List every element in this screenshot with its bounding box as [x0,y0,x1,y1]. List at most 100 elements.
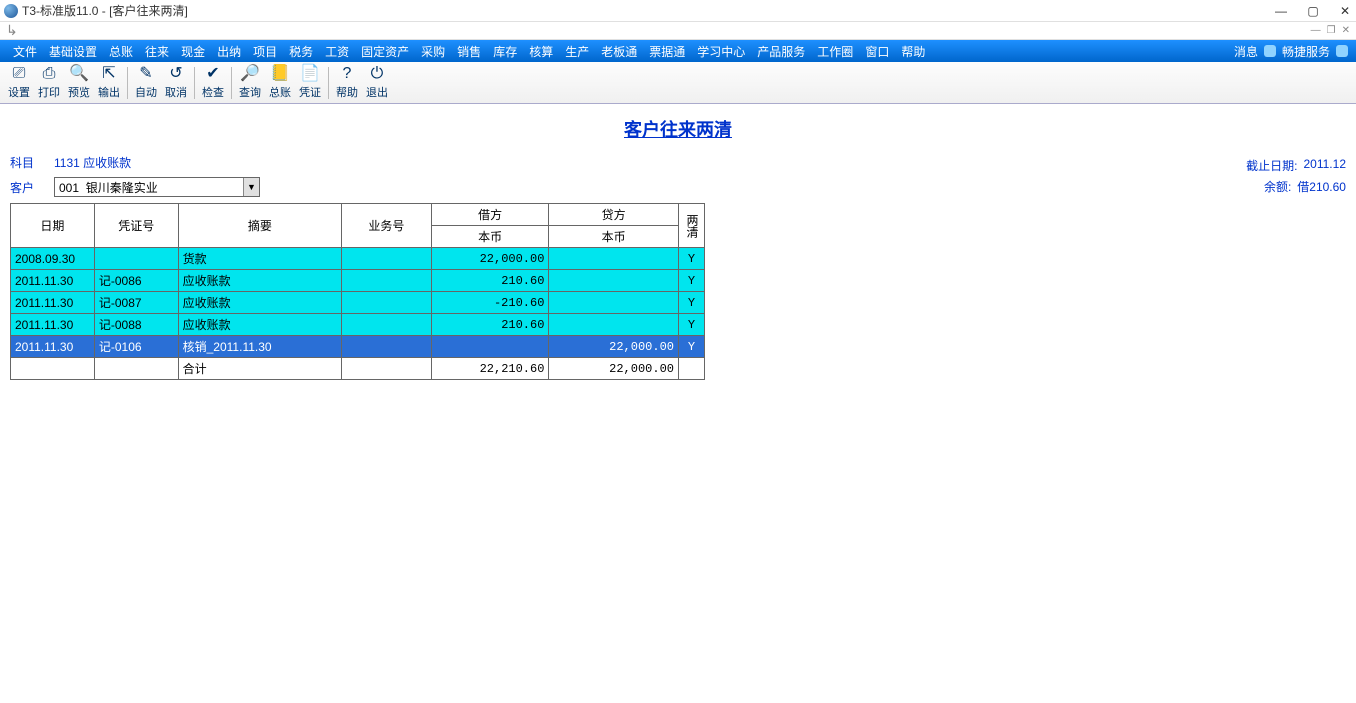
toolbar: ⎚设置⎙打印🔍预览⇱输出✎自动↺取消 ✔ 检查 🔎查询📒总账📄凭证?帮助⏻退出 [0,62,1356,104]
cell-biz [342,270,432,292]
minimize-button[interactable]: — [1274,4,1288,18]
cell-biz [342,336,432,358]
table-row[interactable]: 2011.11.30记-0088应收账款210.60Y [11,314,705,336]
检查-icon: ✔ [206,66,219,82]
toolbar-separator [231,67,232,99]
menu-项目[interactable]: 项目 [248,43,282,60]
table-row[interactable]: 2011.11.30记-0106核销_2011.11.3022,000.00Y [11,336,705,358]
cell-credit: 22,000.00 [549,358,679,380]
customer-combo[interactable]: ▼ [54,177,260,197]
menu-基础设置[interactable]: 基础设置 [44,43,102,60]
app-icon [4,4,18,18]
mdi-close-button[interactable]: ✕ [1342,25,1350,36]
menu-生产[interactable]: 生产 [560,43,594,60]
th-summary: 摘要 [178,204,341,248]
menu-核算[interactable]: 核算 [524,43,558,60]
filter-row: 科目 1131 应收账款 客户 ▼ 截止日期: 2011.12 余额: 借210… [10,154,1346,197]
table-row[interactable]: 2011.11.30记-0087应收账款-210.60Y [11,292,705,314]
toolbar-label: 取消 [165,84,187,100]
cell-clear: Y [678,292,704,314]
cell-summary: 合计 [178,358,341,380]
cell-date [11,358,95,380]
cell-credit: 22,000.00 [549,336,679,358]
menu-老板通[interactable]: 老板通 [596,43,642,60]
menu-文件[interactable]: 文件 [8,43,42,60]
menu-学习中心[interactable]: 学习中心 [692,43,750,60]
cell-date: 2011.11.30 [11,336,95,358]
menu-库存[interactable]: 库存 [488,43,522,60]
cell-voucher: 记-0087 [94,292,178,314]
table-row[interactable]: 2011.11.30记-0086应收账款210.60Y [11,270,705,292]
th-credit: 贷方 [549,204,679,226]
menu-采购[interactable]: 采购 [416,43,450,60]
cell-clear: Y [678,270,704,292]
menu-总账[interactable]: 总账 [104,43,138,60]
th-biz: 业务号 [342,204,432,248]
table-row[interactable]: 合计 22,210.6022,000.00 [11,358,705,380]
cell-debit: 210.60 [431,270,549,292]
mdi-bar: ↳ — ❐ ✕ [0,22,1356,40]
th-voucher: 凭证号 [94,204,178,248]
menu-票据通[interactable]: 票据通 [644,43,690,60]
toolbar-总账[interactable]: 📒总账 [265,64,295,102]
toolbar-取消[interactable]: ↺取消 [161,64,191,102]
close-button[interactable]: ✕ [1338,4,1352,18]
退出-icon: ⏻ [371,66,384,82]
menu-往来[interactable]: 往来 [140,43,174,60]
toolbar-输出[interactable]: ⇱输出 [94,64,124,102]
cell-date: 2011.11.30 [11,292,95,314]
toolbar-label: 自动 [135,84,157,100]
toolbar-检查[interactable]: ✔ 检查 [198,64,228,102]
cell-summary: 应收账款 [178,270,341,292]
customer-input[interactable] [55,180,243,194]
page-title: 客户往来两清 [10,116,1346,142]
cell-date: 2011.11.30 [11,314,95,336]
chevron-down-icon[interactable]: ▼ [243,178,259,196]
menu-固定资产[interactable]: 固定资产 [356,43,414,60]
menu-税务[interactable]: 税务 [284,43,318,60]
table-row[interactable]: 2008.09.30货款22,000.00Y [11,248,705,270]
menu-现金[interactable]: 现金 [176,43,210,60]
toolbar-帮助[interactable]: ?帮助 [332,64,362,102]
th-clear: 两清 [678,204,704,248]
maximize-button[interactable]: ▢ [1306,4,1320,18]
menu-帮助[interactable]: 帮助 [896,43,930,60]
设置-icon: ⎚ [13,66,26,82]
cell-clear: Y [678,336,704,358]
mdi-restore-button[interactable]: ❐ [1327,25,1336,36]
th-date: 日期 [11,204,95,248]
cell-debit: 22,210.60 [431,358,549,380]
toolbar-预览[interactable]: 🔍预览 [64,64,94,102]
menu-窗口[interactable]: 窗口 [860,43,894,60]
data-table: 日期 凭证号 摘要 业务号 借方 贷方 两清 本币 本币 2008.09.30货… [10,203,705,380]
toolbar-自动[interactable]: ✎自动 [131,64,161,102]
menu-工作圈[interactable]: 工作圈 [812,43,858,60]
cell-summary: 核销_2011.11.30 [178,336,341,358]
toolbar-退出[interactable]: ⏻退出 [362,64,392,102]
toolbar-打印[interactable]: ⎙打印 [34,64,64,102]
cell-debit: -210.60 [431,292,549,314]
messages-link[interactable]: 消息 [1234,43,1258,60]
toolbar-查询[interactable]: 🔎查询 [235,64,265,102]
menu-出纳[interactable]: 出纳 [212,43,246,60]
帮助-icon: ? [343,66,352,82]
toolbar-设置[interactable]: ⎚设置 [4,64,34,102]
cell-debit: 210.60 [431,314,549,336]
cell-credit [549,292,679,314]
查询-icon: 🔎 [240,66,260,82]
customer-label: 客户 [10,179,46,196]
cell-voucher: 记-0088 [94,314,178,336]
cursor-icon: ↳ [6,22,18,39]
输出-icon: ⇱ [102,66,115,82]
toolbar-label: 检查 [202,84,224,100]
cell-biz [342,314,432,336]
service-link[interactable]: 畅捷服务 [1282,43,1330,60]
cell-summary: 货款 [178,248,341,270]
service-icon [1336,45,1348,57]
mdi-minimize-button[interactable]: — [1311,25,1321,36]
menu-工资[interactable]: 工资 [320,43,354,60]
menu-产品服务[interactable]: 产品服务 [752,43,810,60]
toolbar-凭证[interactable]: 📄凭证 [295,64,325,102]
subject-label: 科目 [10,154,46,171]
menu-销售[interactable]: 销售 [452,43,486,60]
